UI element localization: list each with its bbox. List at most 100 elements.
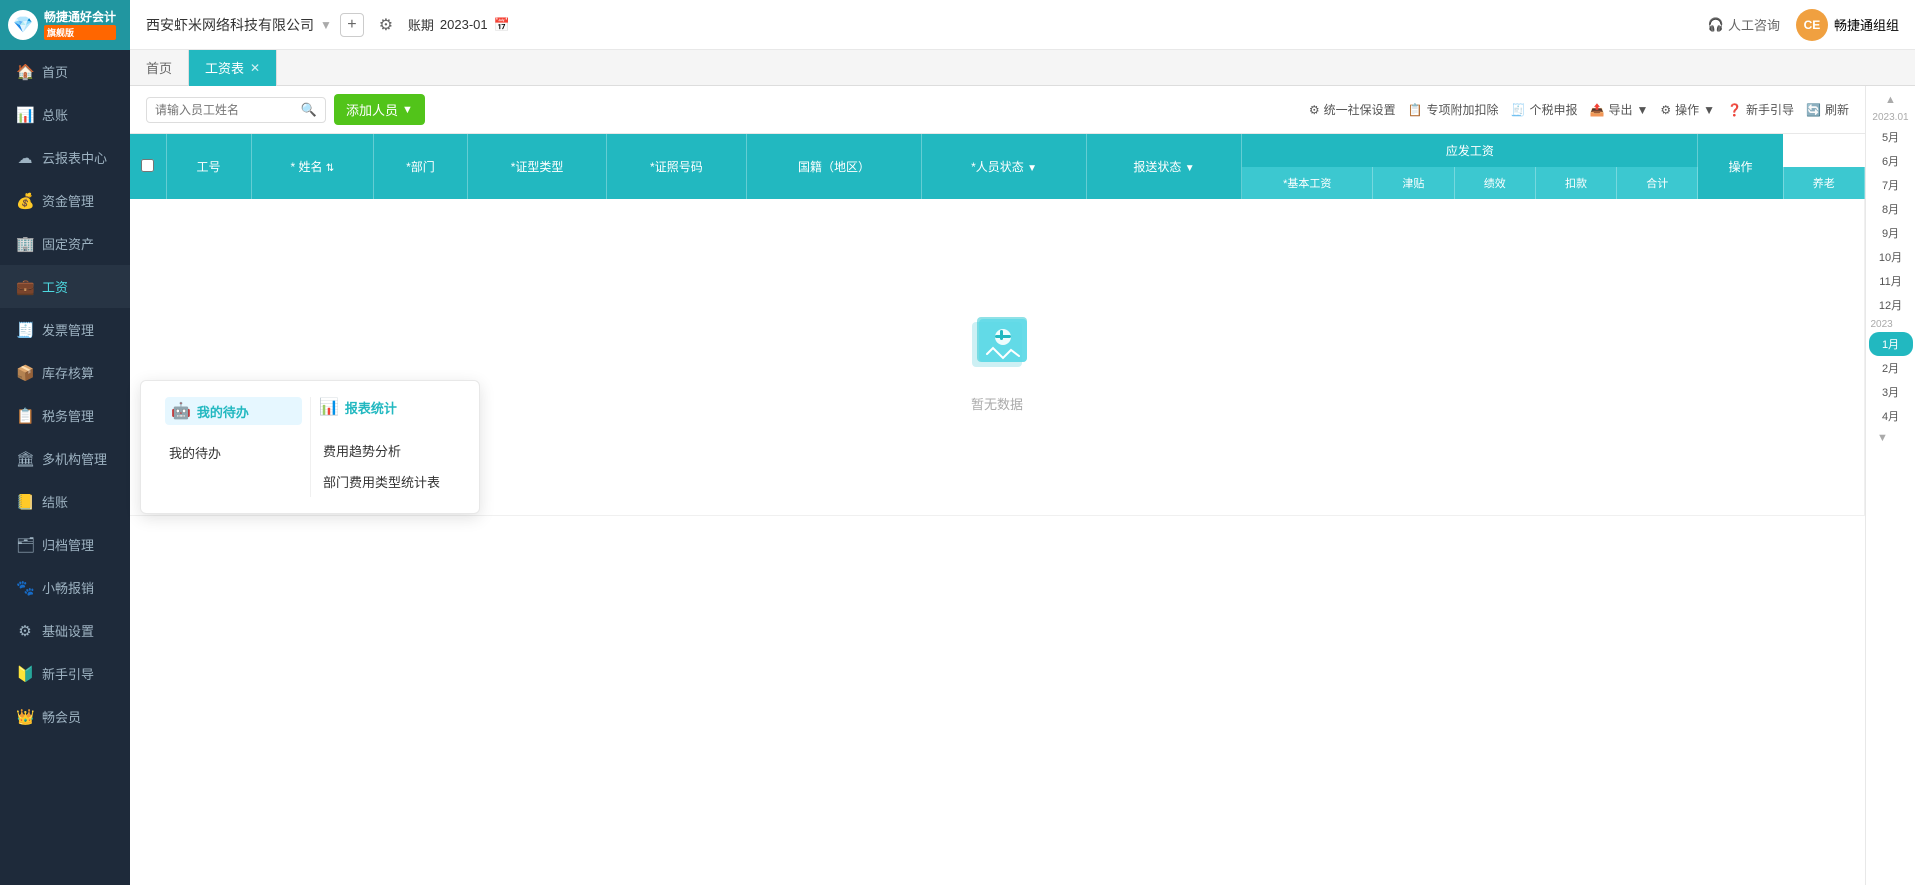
- timeline-month[interactable]: 11月: [1869, 269, 1913, 293]
- col-pension: 养老: [1783, 167, 1864, 199]
- refresh-label: 刷新: [1825, 101, 1849, 118]
- export-button[interactable]: 📤 导出 ▼: [1590, 101, 1649, 118]
- sidebar-item-归档管理[interactable]: 🗂 归档管理: [0, 523, 130, 566]
- sidebar-item-新手引导[interactable]: 🔰新手引导: [0, 652, 130, 695]
- sidebar-label: 资金管理: [42, 191, 94, 210]
- period-label: 账期: [408, 15, 434, 34]
- sidebar-icon: 🗂: [16, 536, 34, 554]
- chevron-down-icon: ▼: [320, 18, 332, 32]
- add-person-button[interactable]: 添加人员 ▼: [334, 94, 425, 125]
- logo-title: 畅捷通好会计: [44, 10, 116, 24]
- sidebar-label: 结账: [42, 492, 68, 511]
- timeline-up-nav[interactable]: ▲: [1877, 90, 1905, 110]
- sidebar-item-首页[interactable]: 🏠首页: [0, 50, 130, 93]
- guide-label: 新手引导: [1746, 101, 1794, 118]
- operations-icon: ⚙: [1660, 103, 1671, 117]
- timeline-month[interactable]: 8月: [1869, 197, 1913, 221]
- col-allowance: 津贴: [1373, 167, 1454, 199]
- operations-label: 操作: [1675, 101, 1699, 118]
- sidebar-item-发票管理[interactable]: 🧾发票管理: [0, 308, 130, 351]
- sidebar-icon: 🏢: [16, 235, 34, 253]
- social-security-icon: ⚙: [1309, 103, 1320, 117]
- guide-icon: ❓: [1727, 103, 1742, 117]
- timeline-month-2023[interactable]: 2月: [1869, 356, 1913, 380]
- sidebar-icon: 📊: [16, 106, 34, 124]
- timeline-month[interactable]: 10月: [1869, 245, 1913, 269]
- sidebar-icon: 💰: [16, 192, 34, 210]
- dropdown-icon: ▼: [402, 104, 413, 116]
- col-id-type: *证型类型: [467, 134, 606, 199]
- topbar-right: 🎧 人工咨询 CE 畅捷通组组: [1708, 9, 1899, 41]
- refresh-button[interactable]: 🔄 刷新: [1806, 101, 1849, 118]
- timeline-month-2023[interactable]: 1月: [1869, 332, 1913, 356]
- popup-reports-title[interactable]: 📊 报表统计: [319, 397, 455, 423]
- toolbar-actions: ⚙ 统一社保设置 📋 专项附加扣除 🧾 个税申报 📤 导出 ▼: [1309, 101, 1849, 118]
- select-all-checkbox[interactable]: [141, 159, 154, 172]
- sidebar-item-资金管理[interactable]: 💰 资金管理: [0, 179, 130, 222]
- export-label: 导出: [1608, 101, 1632, 118]
- timeline-month[interactable]: 6月: [1869, 149, 1913, 173]
- special-deduction-label: 专项附加扣除: [1427, 101, 1499, 118]
- timeline-month-2023[interactable]: 3月: [1869, 380, 1913, 404]
- guide-button[interactable]: ❓ 新手引导: [1727, 101, 1794, 118]
- sidebar-icon: 👑: [16, 708, 34, 726]
- timeline-month-2023[interactable]: 4月: [1869, 404, 1913, 428]
- social-security-button[interactable]: ⚙ 统一社保设置: [1309, 101, 1396, 118]
- operations-button[interactable]: ⚙ 操作 ▼: [1660, 101, 1715, 118]
- sidebar-item-基础设置[interactable]: ⚙基础设置: [0, 609, 130, 652]
- popup-todo-label: 我的待办: [197, 402, 249, 421]
- period-selector[interactable]: 账期 2023-01 📅: [408, 15, 510, 34]
- sidebar-item-固定资产[interactable]: 🏢固定资产: [0, 222, 130, 265]
- popup-reports-label: 报表统计: [345, 398, 397, 417]
- col-salary-group: 应发工资: [1242, 134, 1698, 167]
- search-box[interactable]: 🔍: [146, 97, 326, 123]
- service-button[interactable]: 🎧 人工咨询: [1708, 15, 1780, 34]
- tab-salary[interactable]: 工资表 ✕: [189, 50, 277, 86]
- tab-home[interactable]: 首页: [130, 50, 189, 86]
- sidebar-item-结账[interactable]: 📒结账: [0, 480, 130, 523]
- sidebar-item-工资[interactable]: 💼工资: [0, 265, 130, 308]
- export-dropdown-icon: ▼: [1637, 103, 1649, 117]
- timeline-month[interactable]: 7月: [1869, 173, 1913, 197]
- popup-todo-item[interactable]: 我的待办: [165, 437, 302, 468]
- sidebar-item-库存核算[interactable]: 📦库存核算: [0, 351, 130, 394]
- sidebar-item-云报表中心[interactable]: ☁云报表中心: [0, 136, 130, 179]
- tab-bar: 首页 工资表 ✕: [130, 50, 1915, 86]
- sidebar-item-畅会员[interactable]: 👑畅会员: [0, 695, 130, 738]
- sidebar-item-总账[interactable]: 📊总账: [0, 93, 130, 136]
- popup-report-trend[interactable]: 费用趋势分析: [319, 435, 455, 466]
- settings-icon[interactable]: ⚙: [372, 11, 400, 39]
- special-deduction-icon: 📋: [1408, 103, 1423, 117]
- period-value: 2023-01: [440, 17, 488, 32]
- col-report: 报送状态 ▼: [1086, 134, 1242, 199]
- timeline-month[interactable]: 9月: [1869, 221, 1913, 245]
- social-security-label: 统一社保设置: [1324, 101, 1396, 118]
- calendar-icon: 📅: [494, 17, 510, 33]
- todo-icon: 🤖: [171, 401, 191, 421]
- tab-close-icon[interactable]: ✕: [250, 61, 260, 75]
- col-performance: 绩效: [1454, 167, 1535, 199]
- sidebar: 💎 畅捷通好会计 旗舰版 🏠首页📊总账☁云报表中心💰资金管理🏢固定资产💼工资🧾发…: [0, 0, 130, 885]
- sidebar-icon: 💼: [16, 278, 34, 296]
- timeline-down-nav[interactable]: ▼: [1869, 428, 1897, 448]
- sidebar-icon: 🏠: [16, 63, 34, 81]
- reports-icon: 📊: [319, 397, 339, 417]
- user-menu[interactable]: CE 畅捷通组组: [1796, 9, 1899, 41]
- col-total: 合计: [1617, 167, 1698, 199]
- special-deduction-button[interactable]: 📋 专项附加扣除: [1408, 101, 1499, 118]
- sidebar-label: 归档管理: [42, 535, 94, 554]
- tax-report-button[interactable]: 🧾 个税申报: [1511, 101, 1578, 118]
- timeline-month[interactable]: 5月: [1869, 125, 1913, 149]
- sidebar-item-小畅报销[interactable]: 🐾小畅报销: [0, 566, 130, 609]
- sidebar-item-税务管理[interactable]: 📋税务管理: [0, 394, 130, 437]
- service-label: 人工咨询: [1728, 15, 1780, 34]
- tab-salary-label: 工资表: [205, 58, 244, 77]
- add-company-button[interactable]: +: [340, 13, 364, 37]
- company-selector[interactable]: 西安虾米网络科技有限公司 ▼: [146, 15, 332, 35]
- sidebar-item-多机构管理[interactable]: 🏛多机构管理: [0, 437, 130, 480]
- popup-todo-title[interactable]: 🤖 我的待办: [165, 397, 302, 425]
- timeline-month[interactable]: 12月: [1869, 293, 1913, 317]
- popup-report-dept[interactable]: 部门费用类型统计表: [319, 466, 455, 497]
- search-input[interactable]: [155, 103, 295, 117]
- avatar: CE: [1796, 9, 1828, 41]
